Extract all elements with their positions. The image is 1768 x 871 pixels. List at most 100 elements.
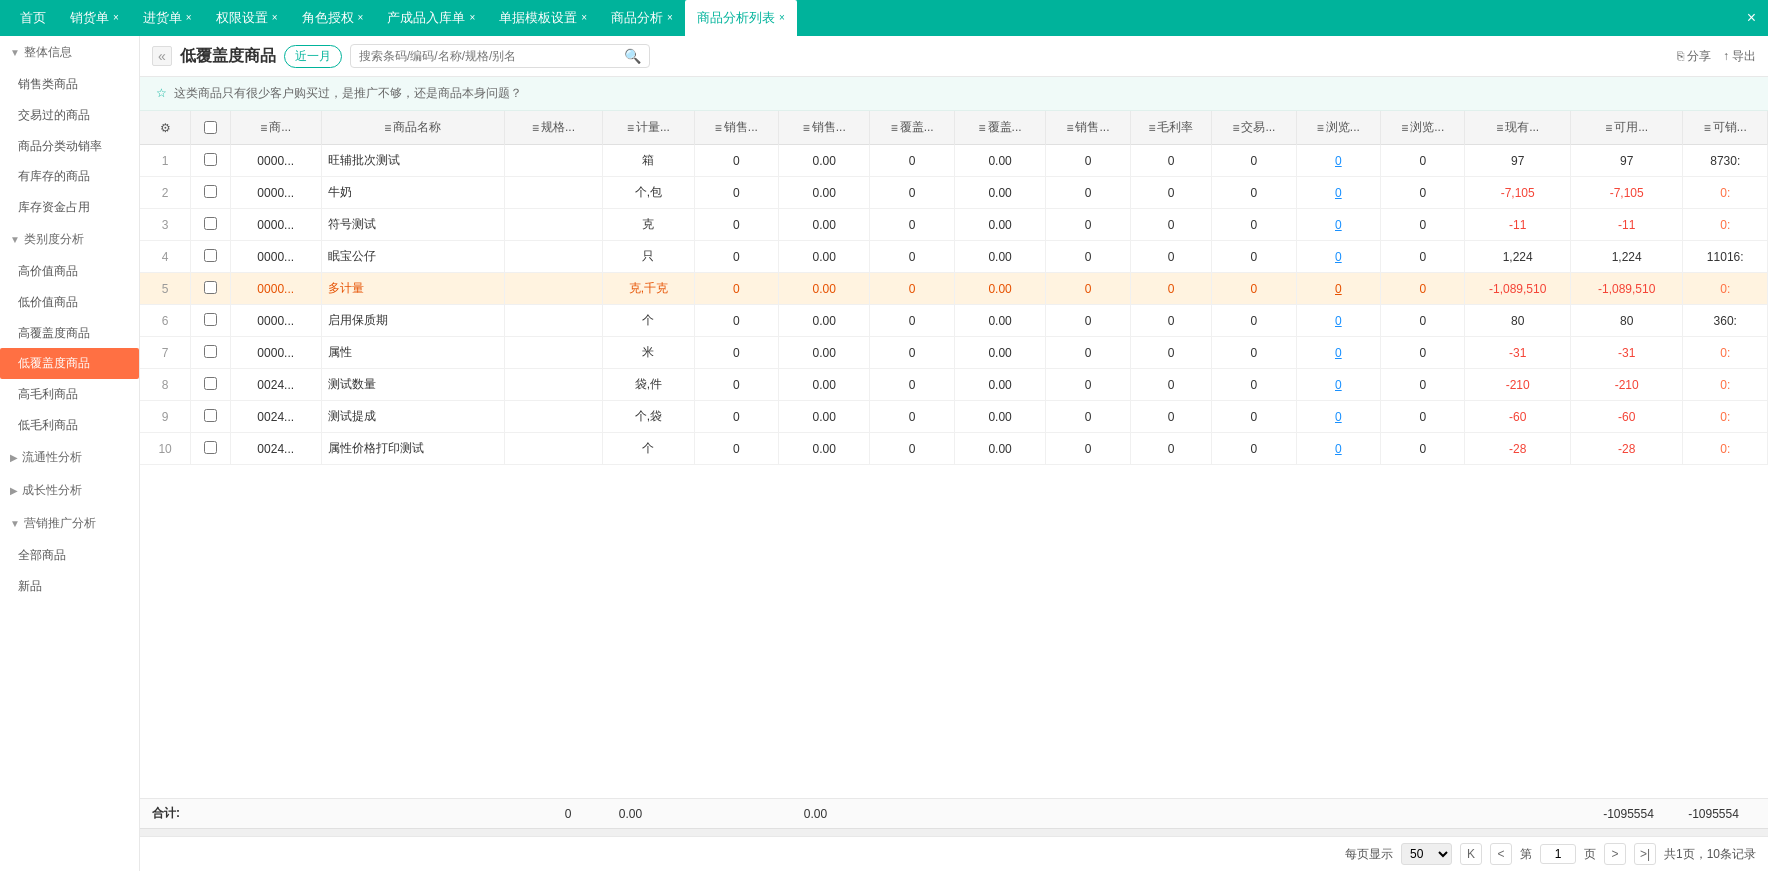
share-btn[interactable]: ⎘ 分享 bbox=[1677, 48, 1711, 65]
last-page-btn[interactable]: >| bbox=[1634, 843, 1656, 865]
row-view1[interactable]: 0 bbox=[1296, 337, 1380, 369]
row-checkbox[interactable] bbox=[204, 313, 217, 326]
row-checkbox-cell[interactable] bbox=[191, 305, 230, 337]
col-cov1[interactable]: ≡覆盖... bbox=[870, 111, 954, 145]
col-settings[interactable]: ⚙ bbox=[140, 111, 191, 145]
sidebar-item-high-coverage[interactable]: 高覆盖度商品 bbox=[0, 318, 139, 349]
row-checkbox-cell[interactable] bbox=[191, 273, 230, 305]
col-sales-qty[interactable]: ≡销售... bbox=[694, 111, 778, 145]
row-view1[interactable]: 0 bbox=[1296, 209, 1380, 241]
nav-purchase[interactable]: 进货单 × bbox=[131, 0, 204, 36]
row-margin: 0 bbox=[1130, 177, 1212, 209]
nav-home[interactable]: 首页 bbox=[8, 0, 58, 36]
row-view1[interactable]: 0 bbox=[1296, 145, 1380, 177]
row-checkbox[interactable] bbox=[204, 217, 217, 230]
prev-page-btn[interactable]: < bbox=[1490, 843, 1512, 865]
sidebar-item-traded-goods[interactable]: 交易过的商品 bbox=[0, 100, 139, 131]
nav-sales[interactable]: 销货单 × bbox=[58, 0, 131, 36]
col-trade[interactable]: ≡交易... bbox=[1212, 111, 1296, 145]
sidebar-item-low-value[interactable]: 低价值商品 bbox=[0, 287, 139, 318]
nav-template[interactable]: 单据模板设置 × bbox=[487, 0, 599, 36]
row-seq: 9 bbox=[140, 401, 191, 433]
row-view2: 0 bbox=[1381, 209, 1465, 241]
row-checkbox[interactable] bbox=[204, 281, 217, 294]
row-view1[interactable]: 0 bbox=[1296, 177, 1380, 209]
col-view1[interactable]: ≡浏览... bbox=[1296, 111, 1380, 145]
sidebar-item-stock-capital[interactable]: 库存资金占用 bbox=[0, 192, 139, 223]
horizontal-scrollbar[interactable] bbox=[140, 828, 1768, 836]
table-wrapper[interactable]: ⚙ ≡商... ≡商品名称 ≡规格... bbox=[140, 111, 1768, 798]
row-spec bbox=[504, 177, 602, 209]
col-code[interactable]: ≡商... bbox=[230, 111, 321, 145]
row-checkbox[interactable] bbox=[204, 249, 217, 262]
sidebar-item-high-margin[interactable]: 高毛利商品 bbox=[0, 379, 139, 410]
next-page-btn[interactable]: > bbox=[1604, 843, 1626, 865]
sidebar-item-sales-goods[interactable]: 销售类商品 bbox=[0, 69, 139, 100]
time-filter-btn[interactable]: 近一月 bbox=[284, 45, 342, 68]
row-checkbox-cell[interactable] bbox=[191, 401, 230, 433]
row-stock-avail: -210 bbox=[1570, 369, 1683, 401]
col-view2[interactable]: ≡浏览... bbox=[1381, 111, 1465, 145]
col-checkbox-header[interactable] bbox=[191, 111, 230, 145]
row-code: 0000... bbox=[230, 209, 321, 241]
row-unit: 个 bbox=[603, 305, 694, 337]
page-input[interactable] bbox=[1540, 844, 1576, 864]
sidebar-item-all-goods[interactable]: 全部商品 bbox=[0, 540, 139, 571]
row-checkbox-cell[interactable] bbox=[191, 209, 230, 241]
sidebar-section-overall[interactable]: ▼ 整体信息 bbox=[0, 36, 139, 69]
col-spec[interactable]: ≡规格... bbox=[504, 111, 602, 145]
search-input[interactable] bbox=[359, 49, 624, 63]
col-margin[interactable]: ≡毛利率 bbox=[1130, 111, 1212, 145]
row-checkbox[interactable] bbox=[204, 377, 217, 390]
row-checkbox[interactable] bbox=[204, 441, 217, 454]
col-stock-avail[interactable]: ≡可用... bbox=[1570, 111, 1683, 145]
col-unit[interactable]: ≡计量... bbox=[603, 111, 694, 145]
col-name[interactable]: ≡商品名称 bbox=[321, 111, 504, 145]
col-stock-current[interactable]: ≡现有... bbox=[1465, 111, 1570, 145]
sidebar-section-growth[interactable]: ▶ 成长性分析 bbox=[0, 474, 139, 507]
nav-role[interactable]: 角色授权 × bbox=[290, 0, 376, 36]
sidebar-collapse-btn[interactable]: « bbox=[152, 46, 172, 66]
export-btn[interactable]: ↑ 导出 bbox=[1723, 48, 1756, 65]
window-close-btn[interactable]: × bbox=[1747, 9, 1756, 27]
row-view1[interactable]: 0 bbox=[1296, 401, 1380, 433]
row-checkbox-cell[interactable] bbox=[191, 337, 230, 369]
row-checkbox-cell[interactable] bbox=[191, 241, 230, 273]
row-checkbox-cell[interactable] bbox=[191, 433, 230, 465]
row-stock-current: -1,089,510 bbox=[1465, 273, 1570, 305]
per-page-select[interactable]: 50 20 100 bbox=[1401, 843, 1452, 865]
nav-analysis[interactable]: 商品分析 × bbox=[599, 0, 685, 36]
sidebar-section-liquidity[interactable]: ▶ 流通性分析 bbox=[0, 441, 139, 474]
sidebar-item-low-coverage[interactable]: 低覆盖度商品 bbox=[0, 348, 139, 379]
sidebar-item-high-value[interactable]: 高价值商品 bbox=[0, 256, 139, 287]
row-view1[interactable]: 0 bbox=[1296, 369, 1380, 401]
row-view1[interactable]: 0 bbox=[1296, 433, 1380, 465]
col-stock-sell[interactable]: ≡可销... bbox=[1683, 111, 1768, 145]
sidebar-section-marketing[interactable]: ▼ 营销推广分析 bbox=[0, 507, 139, 540]
row-checkbox[interactable] bbox=[204, 185, 217, 198]
sidebar-section-category[interactable]: ▼ 类别度分析 bbox=[0, 223, 139, 256]
sidebar-item-category-rate[interactable]: 商品分类动销率 bbox=[0, 131, 139, 162]
row-checkbox-cell[interactable] bbox=[191, 177, 230, 209]
select-all-checkbox[interactable] bbox=[204, 121, 217, 134]
row-sales-ratio: 0 bbox=[1046, 337, 1130, 369]
nav-permission[interactable]: 权限设置 × bbox=[204, 0, 290, 36]
nav-analysis-list[interactable]: 商品分析列表 × bbox=[685, 0, 797, 36]
row-stock-sell: 0: bbox=[1683, 209, 1768, 241]
first-page-btn[interactable]: K bbox=[1460, 843, 1482, 865]
sidebar-item-in-stock[interactable]: 有库存的商品 bbox=[0, 161, 139, 192]
row-view1[interactable]: 0 bbox=[1296, 241, 1380, 273]
sidebar-item-new-goods[interactable]: 新品 bbox=[0, 571, 139, 602]
row-checkbox-cell[interactable] bbox=[191, 145, 230, 177]
row-checkbox[interactable] bbox=[204, 345, 217, 358]
nav-product[interactable]: 产成品入库单 × bbox=[375, 0, 487, 36]
row-checkbox[interactable] bbox=[204, 409, 217, 422]
col-cov2[interactable]: ≡覆盖... bbox=[954, 111, 1045, 145]
col-sales-ratio[interactable]: ≡销售... bbox=[1046, 111, 1130, 145]
row-checkbox-cell[interactable] bbox=[191, 369, 230, 401]
row-checkbox[interactable] bbox=[204, 153, 217, 166]
col-sales-amt[interactable]: ≡销售... bbox=[779, 111, 870, 145]
row-view1[interactable]: 0 bbox=[1296, 273, 1380, 305]
sidebar-item-low-margin[interactable]: 低毛利商品 bbox=[0, 410, 139, 441]
row-view1[interactable]: 0 bbox=[1296, 305, 1380, 337]
